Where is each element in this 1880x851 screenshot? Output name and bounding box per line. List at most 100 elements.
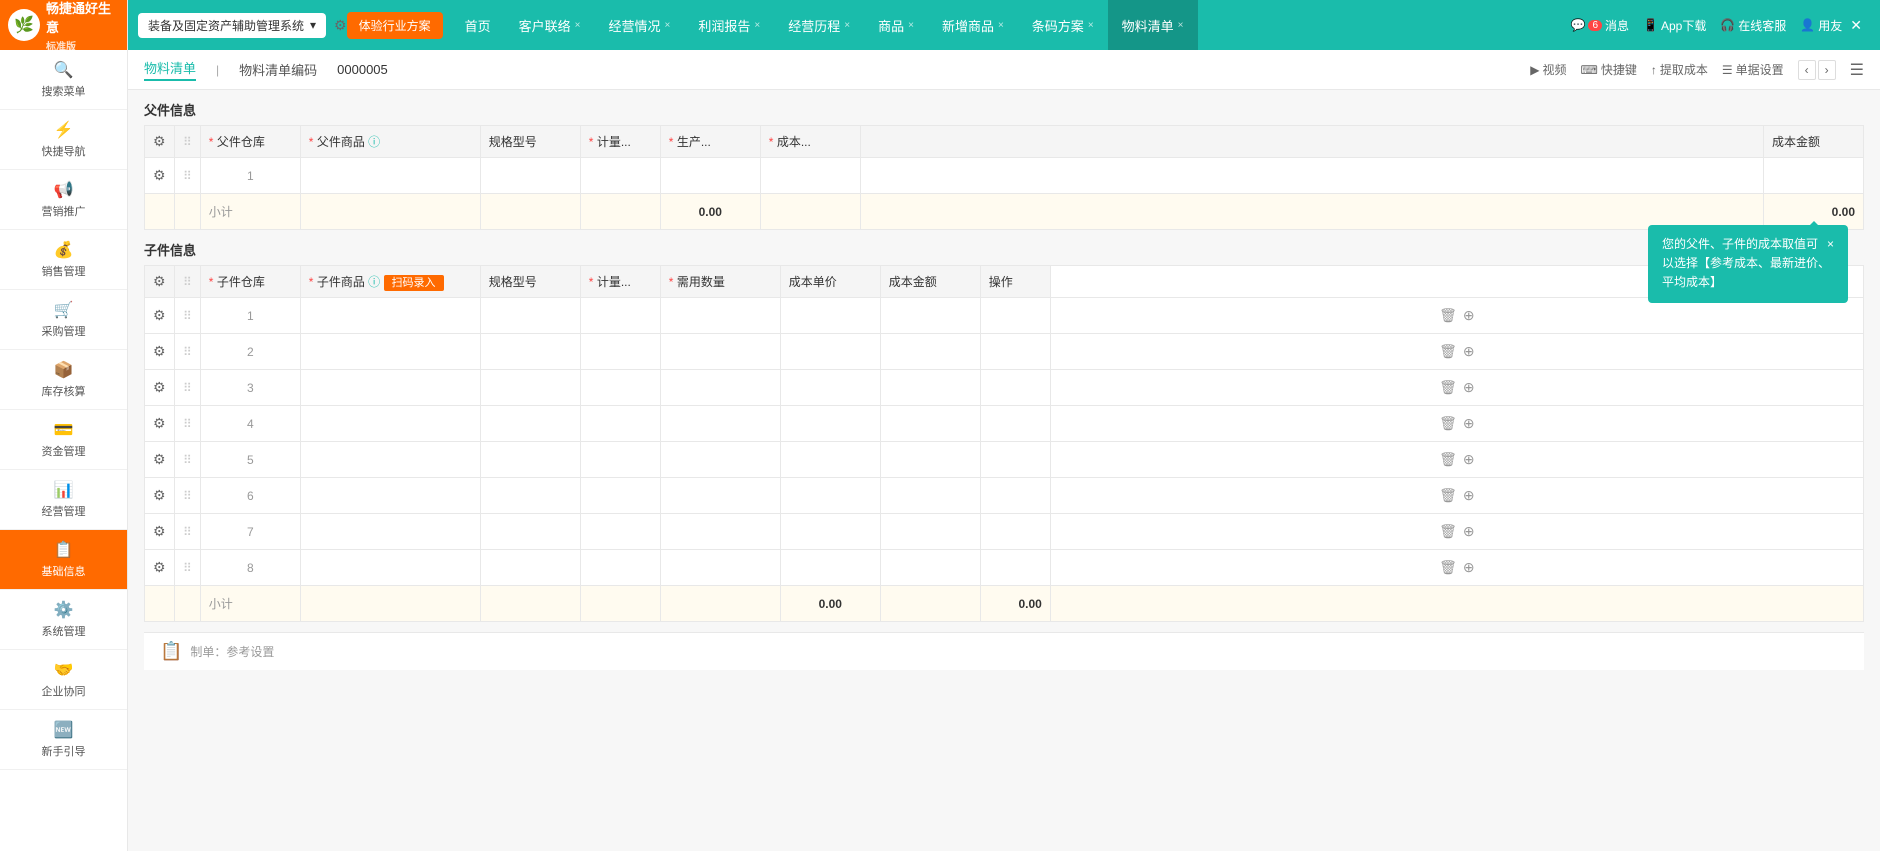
child-row-price[interactable] bbox=[880, 298, 980, 334]
message-button[interactable]: 💬 6 消息 bbox=[1570, 17, 1629, 34]
nav-close-icon[interactable]: × bbox=[998, 20, 1004, 31]
child-row-product[interactable] bbox=[480, 550, 580, 586]
parent-row-amount[interactable] bbox=[1764, 158, 1864, 194]
nav-close-icon[interactable]: × bbox=[1088, 20, 1094, 31]
copy-row-icon[interactable]: ⊕ bbox=[1463, 343, 1475, 360]
delete-row-icon[interactable]: 🗑 bbox=[1439, 379, 1457, 396]
child-row-unit[interactable] bbox=[660, 370, 780, 406]
parent-row-warehouse[interactable] bbox=[300, 158, 480, 194]
sidebar-item-inventory[interactable]: 📦 库存核算 bbox=[0, 350, 127, 410]
child-row-spec[interactable] bbox=[580, 478, 660, 514]
scan-input-button[interactable]: 扫码录入 bbox=[384, 275, 444, 291]
child-row-qty[interactable] bbox=[780, 442, 880, 478]
child-row-amount[interactable] bbox=[980, 370, 1050, 406]
child-row-qty[interactable] bbox=[780, 478, 880, 514]
child-row-spec[interactable] bbox=[580, 442, 660, 478]
child-row-warehouse[interactable] bbox=[300, 478, 480, 514]
child-row-amount[interactable] bbox=[980, 550, 1050, 586]
delete-row-icon[interactable]: 🗑 bbox=[1439, 523, 1457, 540]
parent-row-unit[interactable] bbox=[660, 158, 760, 194]
child-row-warehouse[interactable] bbox=[300, 406, 480, 442]
child-row-warehouse[interactable] bbox=[300, 334, 480, 370]
copy-row-icon[interactable]: ⊕ bbox=[1463, 451, 1475, 468]
delete-row-icon[interactable]: 🗑 bbox=[1439, 451, 1457, 468]
child-row-price[interactable] bbox=[880, 442, 980, 478]
sidebar-item-guide[interactable]: 🆕 新手引导 bbox=[0, 710, 127, 770]
child-row-warehouse[interactable] bbox=[300, 370, 480, 406]
child-row-unit[interactable] bbox=[660, 478, 780, 514]
child-row-product[interactable] bbox=[480, 514, 580, 550]
parent-row-spec[interactable] bbox=[580, 158, 660, 194]
nav-close-icon[interactable]: × bbox=[665, 20, 671, 31]
child-row-unit[interactable] bbox=[660, 514, 780, 550]
nav-close-icon[interactable]: × bbox=[844, 20, 850, 31]
sidebar-item-search[interactable]: 🔍 搜索菜单 bbox=[0, 50, 127, 110]
nav-item-new-products[interactable]: 新增商品 × bbox=[928, 0, 1018, 50]
copy-row-icon[interactable]: ⊕ bbox=[1463, 415, 1475, 432]
nav-close-icon[interactable]: × bbox=[1178, 20, 1184, 31]
child-row-warehouse[interactable] bbox=[300, 514, 480, 550]
parent-row-production[interactable] bbox=[760, 158, 860, 194]
child-row-unit[interactable] bbox=[660, 298, 780, 334]
child-settings-icon[interactable]: ⚙ bbox=[153, 273, 166, 289]
copy-row-icon[interactable]: ⊕ bbox=[1463, 523, 1475, 540]
child-row-product[interactable] bbox=[480, 478, 580, 514]
sidebar-item-basic[interactable]: 📋 基础信息 bbox=[0, 530, 127, 590]
copy-row-icon[interactable]: ⊕ bbox=[1463, 487, 1475, 504]
child-row-product[interactable] bbox=[480, 370, 580, 406]
child-row-unit[interactable] bbox=[660, 442, 780, 478]
breadcrumb-bom[interactable]: 物料清单 bbox=[144, 58, 196, 81]
nav-item-bom[interactable]: 物料清单 × bbox=[1108, 0, 1198, 50]
child-row-product[interactable] bbox=[480, 406, 580, 442]
child-row-amount[interactable] bbox=[980, 298, 1050, 334]
single-settings-button[interactable]: ☰ 单据设置 bbox=[1722, 61, 1784, 78]
child-row-price[interactable] bbox=[880, 478, 980, 514]
sidebar-item-marketing[interactable]: 📢 营销推广 bbox=[0, 170, 127, 230]
copy-row-icon[interactable]: ⊕ bbox=[1463, 307, 1475, 324]
video-button[interactable]: ▶ 视频 bbox=[1530, 61, 1566, 78]
parent-col-settings-icon[interactable]: ⚙ bbox=[153, 133, 166, 149]
delete-row-icon[interactable]: 🗑 bbox=[1439, 559, 1457, 576]
child-row-amount[interactable] bbox=[980, 442, 1050, 478]
sidebar-item-operations[interactable]: 📊 经营管理 bbox=[0, 470, 127, 530]
extract-cost-button[interactable]: ↑ 提取成本 bbox=[1651, 61, 1708, 78]
child-row-spec[interactable] bbox=[580, 550, 660, 586]
sidebar-item-purchase[interactable]: 🛒 采购管理 bbox=[0, 290, 127, 350]
child-row-qty[interactable] bbox=[780, 514, 880, 550]
child-row-qty[interactable] bbox=[780, 298, 880, 334]
nav-item-history[interactable]: 经营历程 × bbox=[774, 0, 864, 50]
trial-button[interactable]: 体验行业方案 bbox=[347, 12, 443, 39]
child-row-warehouse[interactable] bbox=[300, 442, 480, 478]
nav-item-products[interactable]: 商品 × bbox=[864, 0, 928, 50]
tooltip-close-button[interactable]: × bbox=[1827, 235, 1834, 254]
child-row-spec[interactable] bbox=[580, 514, 660, 550]
child-row-unit[interactable] bbox=[660, 406, 780, 442]
child-row-amount[interactable] bbox=[980, 334, 1050, 370]
child-row-qty[interactable] bbox=[780, 406, 880, 442]
child-row-amount[interactable] bbox=[980, 406, 1050, 442]
parent-row-cost[interactable] bbox=[860, 158, 1763, 194]
close-window-icon[interactable]: ✕ bbox=[1842, 17, 1870, 34]
nav-close-icon[interactable]: × bbox=[754, 20, 760, 31]
next-record-button[interactable]: › bbox=[1818, 60, 1836, 80]
child-row-spec[interactable] bbox=[580, 406, 660, 442]
child-row-product[interactable] bbox=[480, 442, 580, 478]
child-row-warehouse[interactable] bbox=[300, 298, 480, 334]
sidebar-item-enterprise[interactable]: 🤝 企业协同 bbox=[0, 650, 127, 710]
child-row-amount[interactable] bbox=[980, 514, 1050, 550]
child-row-product[interactable] bbox=[480, 298, 580, 334]
child-row-spec[interactable] bbox=[580, 370, 660, 406]
child-row-price[interactable] bbox=[880, 334, 980, 370]
sidebar-item-quicknav[interactable]: ⚡ 快捷导航 bbox=[0, 110, 127, 170]
child-row-product[interactable] bbox=[480, 334, 580, 370]
sidebar-item-sales[interactable]: 💰 销售管理 bbox=[0, 230, 127, 290]
child-row-price[interactable] bbox=[880, 406, 980, 442]
nav-item-barcode[interactable]: 条码方案 × bbox=[1018, 0, 1108, 50]
delete-row-icon[interactable]: 🗑 bbox=[1439, 307, 1457, 324]
nav-item-operations[interactable]: 经营情况 × bbox=[595, 0, 685, 50]
topbar-settings-icon[interactable]: ⚙ bbox=[334, 17, 347, 34]
shortcut-button[interactable]: ⌨ 快捷键 bbox=[1581, 61, 1637, 78]
delete-row-icon[interactable]: 🗑 bbox=[1439, 487, 1457, 504]
child-row-spec[interactable] bbox=[580, 298, 660, 334]
nav-item-customers[interactable]: 客户联络 × bbox=[505, 0, 595, 50]
